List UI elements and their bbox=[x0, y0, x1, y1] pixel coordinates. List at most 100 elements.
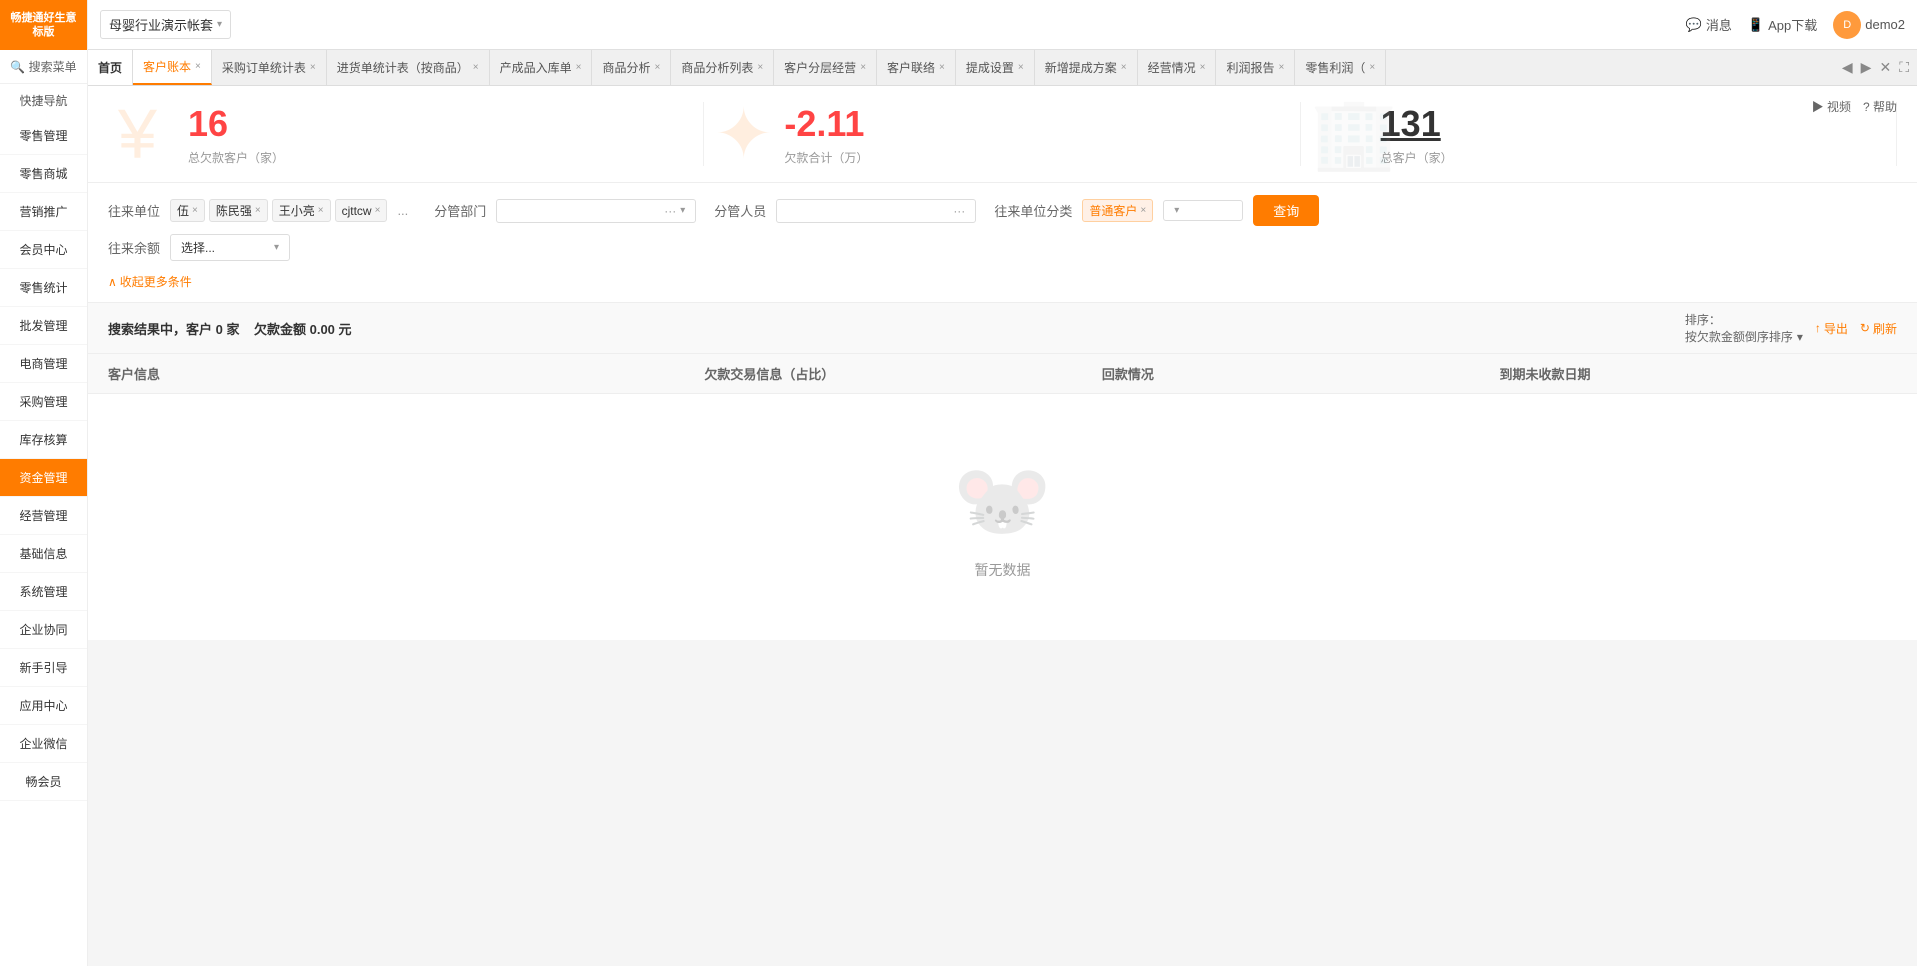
tab-close-all-icon[interactable]: ✕ bbox=[1879, 59, 1891, 76]
tab-label: 新增提成方案 bbox=[1045, 59, 1117, 76]
video-help-btn[interactable]: ▶ 视频 bbox=[1812, 98, 1851, 115]
unit-category-label: 往来单位分类 bbox=[994, 201, 1072, 220]
sidebar-item-ecommerce[interactable]: 电商管理 bbox=[0, 345, 87, 383]
tab-close-icon[interactable]: × bbox=[1369, 62, 1375, 73]
remainder-chevron-icon: ▾ bbox=[274, 242, 279, 253]
tag-close-icon[interactable]: × bbox=[192, 205, 198, 216]
sidebar-item-premium[interactable]: 畅会员 bbox=[0, 763, 87, 801]
export-btn[interactable]: ↑ 导出 bbox=[1815, 320, 1848, 337]
text-help-btn[interactable]: ? 帮助 bbox=[1863, 98, 1897, 115]
topbar-right: 💬 消息 📱 App下载 D demo2 bbox=[1686, 11, 1905, 39]
unit-tag: 王小亮 × bbox=[272, 199, 331, 222]
tab-stock_stat[interactable]: 进货单统计表（按商品） × bbox=[327, 50, 490, 85]
avatar: D bbox=[1833, 11, 1861, 39]
tag-close-icon[interactable]: × bbox=[375, 205, 381, 216]
tab-purchase_order[interactable]: 采购订单统计表 × bbox=[212, 50, 327, 85]
table-header-overdue_date: 到期未收款日期 bbox=[1499, 364, 1897, 383]
sidebar-item-system[interactable]: 系统管理 bbox=[0, 573, 87, 611]
tab-close-icon[interactable]: × bbox=[939, 62, 945, 73]
tab-close-icon[interactable]: × bbox=[473, 62, 479, 73]
tab-label: 采购订单统计表 bbox=[222, 59, 306, 76]
download-icon: 📱 bbox=[1748, 17, 1764, 33]
results-info: 搜索结果中，客户 0 家 欠款金额 0.00 元 bbox=[108, 319, 352, 338]
filter-area: 往来单位 伍 ×陈民强 ×王小亮 ×cjttcw × ... 分管部门 ··· … bbox=[88, 183, 1917, 303]
stat-total-customers: 🏢 131 总客户（家） bbox=[1301, 102, 1897, 166]
tab-prev-icon[interactable]: ◀ bbox=[1842, 59, 1853, 76]
query-button[interactable]: 查询 bbox=[1253, 195, 1319, 226]
sidebar-quick-nav[interactable]: 快捷导航 bbox=[0, 84, 87, 117]
tab-close-icon[interactable]: × bbox=[576, 62, 582, 73]
sidebar-item-purchase[interactable]: 采购管理 bbox=[0, 383, 87, 421]
tab-label: 进货单统计表（按商品） bbox=[337, 59, 469, 76]
topbar: 母婴行业演示帐套 ▾ 💬 消息 📱 App下载 D demo2 bbox=[88, 0, 1917, 50]
sidebar-item-enterprise_wechat[interactable]: 企业微信 bbox=[0, 725, 87, 763]
tab-label: 经营情况 bbox=[1148, 59, 1196, 76]
filter-row-2: 往来余额 选择... ▾ bbox=[108, 234, 1897, 261]
empty-state: 🐭 暂无数据 bbox=[88, 394, 1917, 640]
sidebar-item-retail_mall[interactable]: 零售商城 bbox=[0, 155, 87, 193]
search-icon: 🔍 bbox=[10, 60, 25, 74]
tab-home[interactable]: 首页 bbox=[88, 50, 133, 85]
sidebar-item-wholesale[interactable]: 批发管理 bbox=[0, 307, 87, 345]
tab-accounts[interactable]: 客户账本× bbox=[133, 50, 212, 85]
sidebar-item-operations[interactable]: 经营管理 bbox=[0, 497, 87, 535]
collapse-btn[interactable]: ∧ 收起更多条件 bbox=[108, 273, 1897, 290]
user-profile[interactable]: D demo2 bbox=[1833, 11, 1905, 39]
unit-tag: 伍 × bbox=[170, 199, 205, 222]
more-tags-btn[interactable]: ... bbox=[397, 203, 408, 218]
tab-close-icon[interactable]: × bbox=[1200, 62, 1206, 73]
results-actions: 排序： 按欠款金额倒序排序 ▾ ↑ 导出 ↻ 刷新 bbox=[1685, 311, 1897, 345]
tab-close-icon[interactable]: × bbox=[1278, 62, 1284, 73]
tab-retail_profit[interactable]: 零售利润（× bbox=[1295, 50, 1386, 85]
tag-close-icon[interactable]: × bbox=[318, 205, 324, 216]
account-selector[interactable]: 母婴行业演示帐套 ▾ bbox=[100, 10, 231, 39]
tab-operation[interactable]: 经营情况 × bbox=[1138, 50, 1217, 85]
tab-customer_contact[interactable]: 客户联络× bbox=[877, 50, 956, 85]
messages-btn[interactable]: 💬 消息 bbox=[1686, 15, 1732, 34]
tag-close-icon[interactable]: × bbox=[255, 205, 261, 216]
tab-close-icon[interactable]: × bbox=[195, 61, 201, 72]
app-download-btn[interactable]: 📱 App下载 bbox=[1748, 15, 1817, 34]
tab-label: 提成设置 bbox=[966, 59, 1014, 76]
unit-category-select[interactable]: ▾ bbox=[1163, 200, 1243, 221]
tab-product_entry[interactable]: 产成品入库单× bbox=[490, 50, 593, 85]
sidebar-item-inventory[interactable]: 库存核算 bbox=[0, 421, 87, 459]
tab-next-icon[interactable]: ▶ bbox=[1861, 59, 1872, 76]
tab-maximize-icon[interactable]: ⛶ bbox=[1899, 59, 1909, 76]
tab-remind_settings[interactable]: 提成设置 × bbox=[956, 50, 1035, 85]
sidebar-item-enterprise_coop[interactable]: 企业协同 bbox=[0, 611, 87, 649]
tab-customer_segment[interactable]: 客户分层经营× bbox=[774, 50, 877, 85]
tab-close-icon[interactable]: × bbox=[860, 62, 866, 73]
tab-profit_report[interactable]: 利润报告× bbox=[1216, 50, 1295, 85]
tab-close-icon[interactable]: × bbox=[654, 62, 660, 73]
tab-close-icon[interactable]: × bbox=[1121, 62, 1127, 73]
person-filter-select[interactable]: ··· bbox=[776, 199, 976, 223]
tab-label: 首页 bbox=[98, 59, 122, 76]
sidebar-item-retail[interactable]: 零售管理 bbox=[0, 117, 87, 155]
dept-filter-select[interactable]: ··· ▾ bbox=[496, 199, 696, 223]
sort-select[interactable]: 按欠款金额倒序排序 ▾ bbox=[1685, 328, 1803, 345]
tab-container: 首页客户账本×采购订单统计表×进货单统计表（按商品）×产成品入库单×商品分析×商… bbox=[88, 50, 1834, 85]
tab-product_analysis_list[interactable]: 商品分析列表× bbox=[671, 50, 774, 85]
sidebar-search[interactable]: 🔍 搜索菜单 bbox=[0, 50, 87, 84]
sidebar-item-marketing[interactable]: 营销推广 bbox=[0, 193, 87, 231]
sidebar-item-app_center[interactable]: 应用中心 bbox=[0, 687, 87, 725]
stats-header: ¥ 16 总欠款客户（家） ✦ -2.11 欠款合计（万） 🏢 131 bbox=[88, 86, 1917, 183]
tab-close-icon[interactable]: × bbox=[1018, 62, 1024, 73]
sidebar-item-basic_info[interactable]: 基础信息 bbox=[0, 535, 87, 573]
sidebar-item-member[interactable]: 会员中心 bbox=[0, 231, 87, 269]
sort-label: 排序： 按欠款金额倒序排序 ▾ bbox=[1685, 311, 1803, 345]
refresh-btn[interactable]: ↻ 刷新 bbox=[1860, 320, 1897, 337]
sort-chevron-icon: ▾ bbox=[1797, 330, 1803, 344]
category-tag-close-icon[interactable]: × bbox=[1140, 205, 1146, 216]
table-header: 客户信息欠款交易信息（占比）回款情况到期未收款日期 bbox=[88, 354, 1917, 394]
tab-new_bonus[interactable]: 新增提成方案 × bbox=[1035, 50, 1138, 85]
tab-product_analysis[interactable]: 商品分析× bbox=[592, 50, 671, 85]
tab-close-icon[interactable]: × bbox=[310, 62, 316, 73]
tab-close-icon[interactable]: × bbox=[757, 62, 763, 73]
sidebar-item-newbie[interactable]: 新手引导 bbox=[0, 649, 87, 687]
sidebar-item-retail_stat[interactable]: 零售统计 bbox=[0, 269, 87, 307]
sidebar-item-finance[interactable]: 资金管理 bbox=[0, 459, 87, 497]
empty-illustration: 🐭 bbox=[953, 454, 1053, 548]
remainder-select[interactable]: 选择... ▾ bbox=[170, 234, 290, 261]
